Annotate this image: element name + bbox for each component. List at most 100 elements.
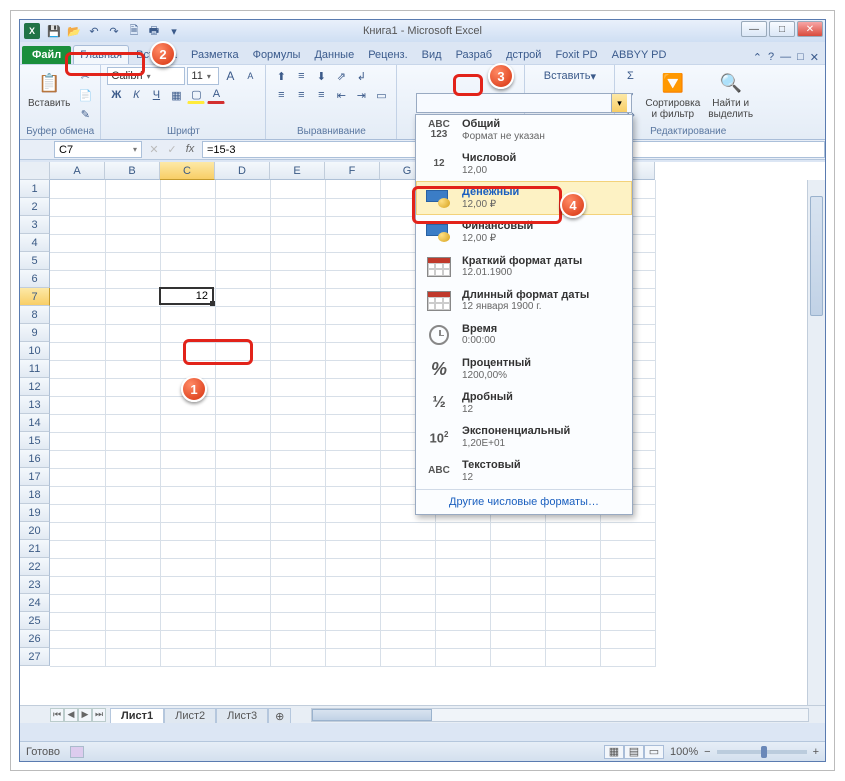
cell-E5[interactable] xyxy=(270,252,325,270)
cell-G26[interactable] xyxy=(380,630,435,648)
number-format-field[interactable]: ▾ xyxy=(416,93,632,113)
sort-filter-button[interactable]: 🔽 Сортировка и фильтр xyxy=(643,67,702,122)
cell-D4[interactable] xyxy=(215,234,270,252)
cell-C13[interactable] xyxy=(160,396,215,414)
cell-E13[interactable] xyxy=(270,396,325,414)
enter-formula-icon[interactable]: ✓ xyxy=(164,143,180,156)
cell-B16[interactable] xyxy=(105,450,160,468)
cell-C21[interactable] xyxy=(160,540,215,558)
cell-C9[interactable] xyxy=(160,324,215,342)
italic-button[interactable]: К xyxy=(127,86,145,104)
cell-C6[interactable] xyxy=(160,270,215,288)
cell-H22[interactable] xyxy=(435,558,490,576)
more-number-formats-link[interactable]: Другие числовые форматы… xyxy=(416,489,632,514)
workbook-close-icon[interactable]: ✕ xyxy=(810,51,819,64)
new-sheet-button[interactable]: ⊕ xyxy=(268,708,291,724)
cell-C7[interactable] xyxy=(160,288,215,306)
cut-icon[interactable]: ✂ xyxy=(76,67,94,85)
nf-item-fraction[interactable]: ½Дробный12 xyxy=(416,386,632,420)
cell-B7[interactable] xyxy=(105,288,160,306)
cell-B15[interactable] xyxy=(105,432,160,450)
help-icon[interactable]: ? xyxy=(768,51,774,64)
cell-D13[interactable] xyxy=(215,396,270,414)
tab-formulas[interactable]: Формулы xyxy=(246,45,308,64)
align-right-icon[interactable]: ≡ xyxy=(312,86,330,104)
cell-F18[interactable] xyxy=(325,486,380,504)
cell-A18[interactable] xyxy=(50,486,105,504)
cell-I20[interactable] xyxy=(490,522,545,540)
cell-A9[interactable] xyxy=(50,324,105,342)
wrap-text-icon[interactable]: ↲ xyxy=(352,67,370,85)
cell-H23[interactable] xyxy=(435,576,490,594)
select-all-corner[interactable] xyxy=(20,162,50,180)
cell-A7[interactable] xyxy=(50,288,105,306)
cell-B13[interactable] xyxy=(105,396,160,414)
cell-A24[interactable] xyxy=(50,594,105,612)
row-header-18[interactable]: 18 xyxy=(20,486,50,504)
cell-F15[interactable] xyxy=(325,432,380,450)
nf-item-number[interactable]: 12Числовой12,00 xyxy=(416,147,632,181)
cell-F8[interactable] xyxy=(325,306,380,324)
cell-F11[interactable] xyxy=(325,360,380,378)
maximize-button[interactable]: □ xyxy=(769,21,795,37)
cell-F12[interactable] xyxy=(325,378,380,396)
cell-F24[interactable] xyxy=(325,594,380,612)
col-header-F[interactable]: F xyxy=(325,162,380,180)
tab-review[interactable]: Реценз. xyxy=(361,45,414,64)
cell-B12[interactable] xyxy=(105,378,160,396)
cell-E20[interactable] xyxy=(270,522,325,540)
cell-I24[interactable] xyxy=(490,594,545,612)
cell-B27[interactable] xyxy=(105,648,160,666)
nf-item-general[interactable]: ABC 123ОбщийФормат не указан xyxy=(416,113,632,147)
cell-D7[interactable] xyxy=(215,288,270,306)
cell-D9[interactable] xyxy=(215,324,270,342)
cell-E6[interactable] xyxy=(270,270,325,288)
cell-D16[interactable] xyxy=(215,450,270,468)
cell-J26[interactable] xyxy=(545,630,600,648)
cell-E16[interactable] xyxy=(270,450,325,468)
zoom-out-icon[interactable]: − xyxy=(704,746,710,758)
row-header-9[interactable]: 9 xyxy=(20,324,50,342)
row-header-2[interactable]: 2 xyxy=(20,198,50,216)
cell-F1[interactable] xyxy=(325,180,380,198)
cell-K20[interactable] xyxy=(600,522,655,540)
cell-H26[interactable] xyxy=(435,630,490,648)
cell-D3[interactable] xyxy=(215,216,270,234)
cell-E14[interactable] xyxy=(270,414,325,432)
cancel-formula-icon[interactable]: ✕ xyxy=(146,143,162,156)
cell-F4[interactable] xyxy=(325,234,380,252)
cell-G23[interactable] xyxy=(380,576,435,594)
cell-D27[interactable] xyxy=(215,648,270,666)
cell-C25[interactable] xyxy=(160,612,215,630)
cell-D15[interactable] xyxy=(215,432,270,450)
cell-E12[interactable] xyxy=(270,378,325,396)
cell-D11[interactable] xyxy=(215,360,270,378)
cell-E10[interactable] xyxy=(270,342,325,360)
cell-B4[interactable] xyxy=(105,234,160,252)
cell-D26[interactable] xyxy=(215,630,270,648)
zoom-in-icon[interactable]: + xyxy=(813,746,819,758)
row-header-1[interactable]: 1 xyxy=(20,180,50,198)
cell-C1[interactable] xyxy=(160,180,215,198)
macro-record-icon[interactable] xyxy=(70,746,84,758)
cell-K24[interactable] xyxy=(600,594,655,612)
cell-C11[interactable] xyxy=(160,360,215,378)
cell-A23[interactable] xyxy=(50,576,105,594)
qat-open-icon[interactable]: 📂 xyxy=(66,23,82,39)
cell-C15[interactable] xyxy=(160,432,215,450)
border-icon[interactable]: ▦ xyxy=(167,86,185,104)
font-size-combo[interactable]: 11▾ xyxy=(187,67,219,85)
cell-C5[interactable] xyxy=(160,252,215,270)
minimize-button[interactable]: — xyxy=(741,21,767,37)
nf-item-longdate[interactable]: Длинный формат даты12 января 1900 г. xyxy=(416,284,632,318)
cell-D23[interactable] xyxy=(215,576,270,594)
cell-D22[interactable] xyxy=(215,558,270,576)
cell-E27[interactable] xyxy=(270,648,325,666)
cell-B9[interactable] xyxy=(105,324,160,342)
view-normal-icon[interactable]: ▦ xyxy=(604,745,624,759)
cell-B20[interactable] xyxy=(105,522,160,540)
cell-K23[interactable] xyxy=(600,576,655,594)
cell-K27[interactable] xyxy=(600,648,655,666)
row-header-10[interactable]: 10 xyxy=(20,342,50,360)
cell-A26[interactable] xyxy=(50,630,105,648)
